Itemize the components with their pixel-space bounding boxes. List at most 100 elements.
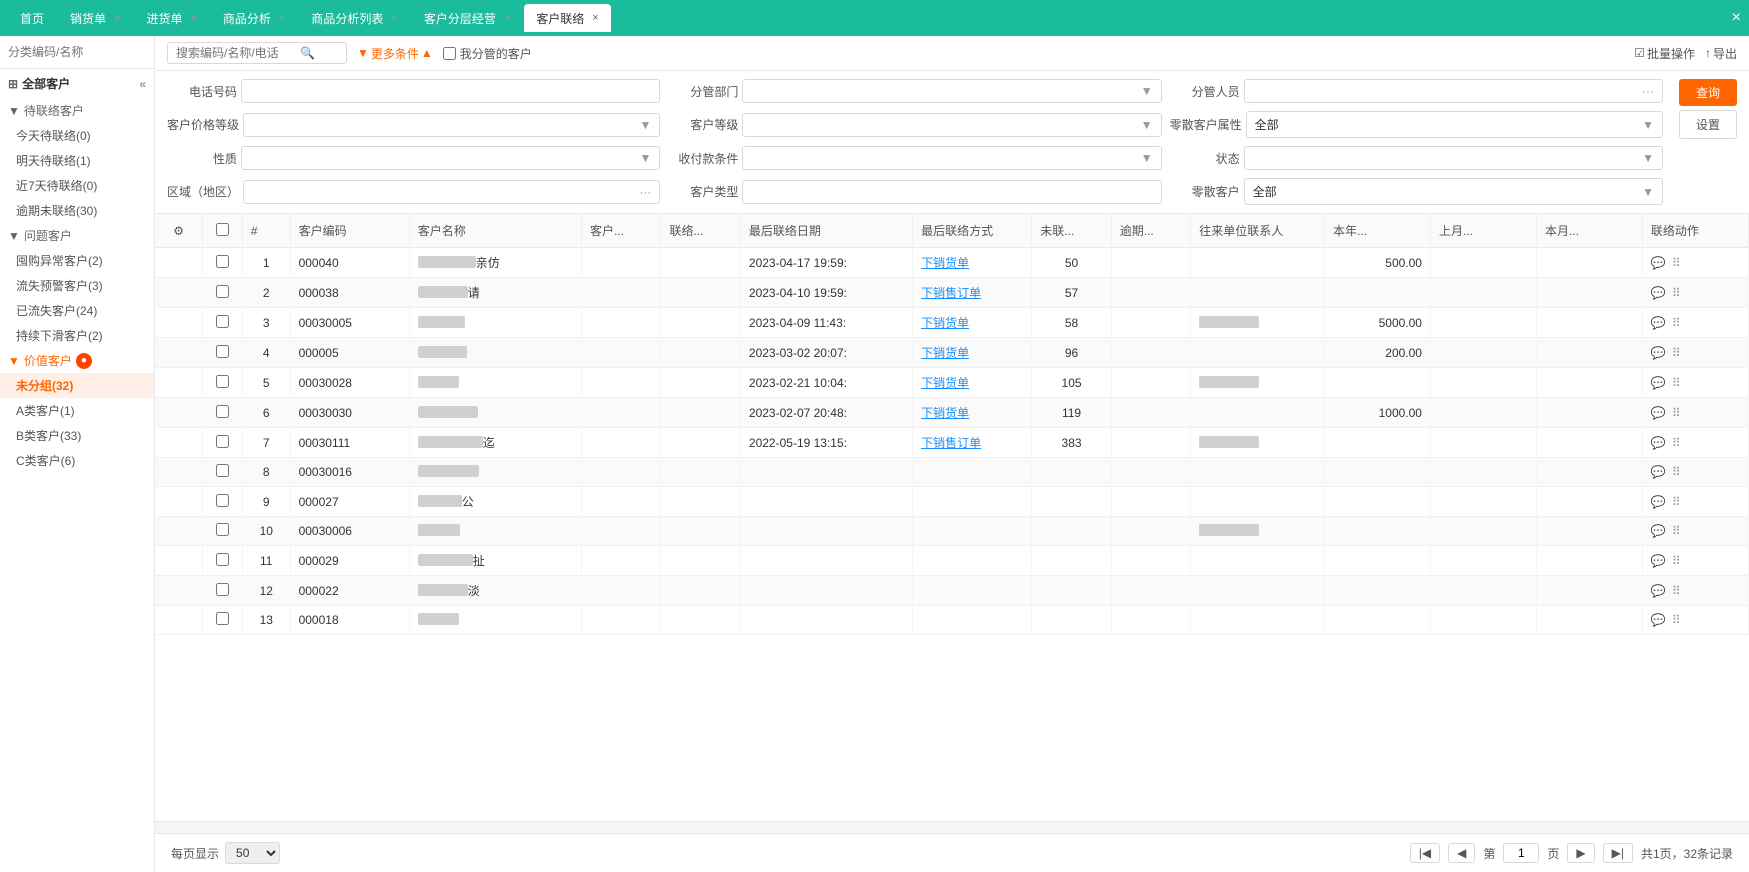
first-page-btn[interactable]: |◀	[1410, 843, 1440, 863]
search-icon[interactable]: 🔍	[300, 46, 315, 60]
row-checkbox[interactable]	[216, 494, 229, 507]
contact-icon[interactable]: 💬	[1651, 495, 1666, 509]
contact-way-link[interactable]: 下销售订单	[921, 436, 981, 450]
search-box[interactable]: 🔍	[167, 42, 347, 64]
tab-customer-layer[interactable]: 客户分层经营 ×	[412, 4, 522, 32]
row-checkbox[interactable]	[216, 345, 229, 358]
last-page-btn[interactable]: ▶|	[1603, 843, 1633, 863]
more-icon[interactable]: ⠿	[1672, 316, 1681, 330]
contact-way-link[interactable]: 下销货单	[921, 256, 969, 270]
contact-icon[interactable]: 💬	[1651, 286, 1666, 300]
th-type[interactable]: 客户...	[581, 214, 660, 248]
more-icon[interactable]: ⠿	[1672, 584, 1681, 598]
row-checkbox[interactable]	[216, 612, 229, 625]
th-last-contact-way[interactable]: 最后联络方式	[913, 214, 1032, 248]
contact-icon[interactable]: 💬	[1651, 524, 1666, 538]
more-icon[interactable]: ⠿	[1672, 346, 1681, 360]
td-checkbox[interactable]	[203, 248, 243, 278]
per-page-select[interactable]: 50 100 200	[225, 842, 280, 864]
sidebar-item-7days[interactable]: 近7天待联络(0)	[0, 173, 154, 198]
th-name[interactable]: 客户名称	[409, 214, 581, 248]
contact-icon[interactable]: 💬	[1651, 346, 1666, 360]
td-checkbox[interactable]	[203, 398, 243, 428]
contact-way-link[interactable]: 下销货单	[921, 316, 969, 330]
sidebar-search-input[interactable]	[8, 45, 155, 59]
row-checkbox[interactable]	[216, 285, 229, 298]
all-customers-header[interactable]: ⊞ 全部客户 «	[0, 69, 154, 98]
price-grade-select[interactable]: ▼	[243, 113, 660, 137]
row-checkbox[interactable]	[216, 255, 229, 268]
close-purchase-icon[interactable]: ×	[190, 12, 196, 24]
scatter-attr-select[interactable]: 全部 ▼	[1246, 111, 1663, 138]
scatter-customer-select[interactable]: 全部 ▼	[1244, 178, 1663, 205]
export-btn[interactable]: ↑ 导出	[1705, 45, 1737, 62]
th-last-month[interactable]: 上月...	[1430, 214, 1536, 248]
customer-type-input[interactable]	[742, 180, 1161, 204]
tab-purchase[interactable]: 进货单 ×	[134, 4, 208, 32]
more-icon[interactable]: ⠿	[1672, 465, 1681, 479]
customer-grade-select[interactable]: ▼	[742, 113, 1161, 137]
more-icon[interactable]: ⠿	[1672, 256, 1681, 270]
more-icon[interactable]: ⠿	[1672, 613, 1681, 627]
td-checkbox[interactable]	[203, 278, 243, 308]
row-checkbox[interactable]	[216, 375, 229, 388]
td-checkbox[interactable]	[203, 368, 243, 398]
more-icon[interactable]: ⠿	[1672, 495, 1681, 509]
sidebar-item-declining[interactable]: 持续下滑客户(2)	[0, 323, 154, 348]
region-select[interactable]: ···	[243, 180, 660, 204]
sidebar-group-waiting[interactable]: ▼ 待联络客户	[0, 98, 154, 123]
contact-icon[interactable]: 💬	[1651, 316, 1666, 330]
td-checkbox[interactable]	[203, 576, 243, 606]
sidebar-item-overdue[interactable]: 逾期未联络(30)	[0, 198, 154, 223]
td-checkbox[interactable]	[203, 338, 243, 368]
sidebar-group-value[interactable]: ▼ 价值客户 ●	[0, 348, 154, 373]
row-checkbox[interactable]	[216, 435, 229, 448]
sidebar-item-today[interactable]: 今天待联络(0)	[0, 123, 154, 148]
th-gear[interactable]: ⚙	[155, 214, 203, 248]
status-select[interactable]: ▼	[1244, 146, 1663, 170]
th-overdue[interactable]: 逾期...	[1111, 214, 1190, 248]
more-icon[interactable]: ⠿	[1672, 376, 1681, 390]
close-customer-layer-icon[interactable]: ×	[504, 12, 510, 24]
contact-icon[interactable]: 💬	[1651, 584, 1666, 598]
next-page-btn[interactable]: ▶	[1567, 843, 1594, 863]
scrollbar-area[interactable]	[155, 821, 1749, 833]
th-last-contact-date[interactable]: 最后联络日期	[740, 214, 912, 248]
tab-home[interactable]: 首页	[8, 4, 56, 32]
close-sales-icon[interactable]: ×	[114, 12, 120, 24]
sidebar-item-ungrouped[interactable]: 未分组(32)	[0, 373, 154, 398]
search-input[interactable]	[176, 46, 296, 60]
tab-goods-analysis[interactable]: 商品分析 ×	[211, 4, 297, 32]
td-checkbox[interactable]	[203, 428, 243, 458]
sidebar-item-hoarding[interactable]: 囤购异常客户(2)	[0, 248, 154, 273]
th-checkbox[interactable]	[203, 214, 243, 248]
sidebar-item-churned[interactable]: 已流失客户(24)	[0, 298, 154, 323]
contact-way-link[interactable]: 下销售订单	[921, 286, 981, 300]
batch-operate-btn[interactable]: ☑ 批量操作	[1634, 45, 1695, 62]
contact-way-link[interactable]: 下销货单	[921, 346, 969, 360]
page-input[interactable]	[1503, 843, 1539, 863]
tab-customer-contact[interactable]: 客户联络 ×	[524, 4, 610, 32]
td-checkbox[interactable]	[203, 308, 243, 338]
more-icon[interactable]: ⠿	[1672, 286, 1681, 300]
reset-button[interactable]: 设置	[1679, 110, 1737, 139]
td-checkbox[interactable]	[203, 487, 243, 517]
sidebar-group-problem[interactable]: ▼ 问题客户	[0, 223, 154, 248]
row-checkbox[interactable]	[216, 583, 229, 596]
th-contact[interactable]: 联络...	[661, 214, 740, 248]
contact-icon[interactable]: 💬	[1651, 256, 1666, 270]
tab-sales[interactable]: 销货单 ×	[58, 4, 132, 32]
contact-icon[interactable]: 💬	[1651, 376, 1666, 390]
sidebar-item-class-a[interactable]: A类客户(1)	[0, 398, 154, 423]
contact-way-link[interactable]: 下销货单	[921, 406, 969, 420]
more-conditions-btn[interactable]: ▼ 更多条件 ▲	[357, 45, 433, 62]
query-button[interactable]: 查询	[1679, 79, 1737, 106]
row-checkbox[interactable]	[216, 523, 229, 536]
more-icon[interactable]: ⠿	[1672, 524, 1681, 538]
sidebar-item-tomorrow[interactable]: 明天待联络(1)	[0, 148, 154, 173]
sidebar-collapse-icon[interactable]: «	[139, 77, 146, 91]
th-this-month[interactable]: 本月...	[1536, 214, 1642, 248]
payment-select[interactable]: ▼	[742, 146, 1161, 170]
my-customers-checkbox[interactable]	[443, 47, 456, 60]
close-goods-list-icon[interactable]: ×	[391, 12, 397, 24]
